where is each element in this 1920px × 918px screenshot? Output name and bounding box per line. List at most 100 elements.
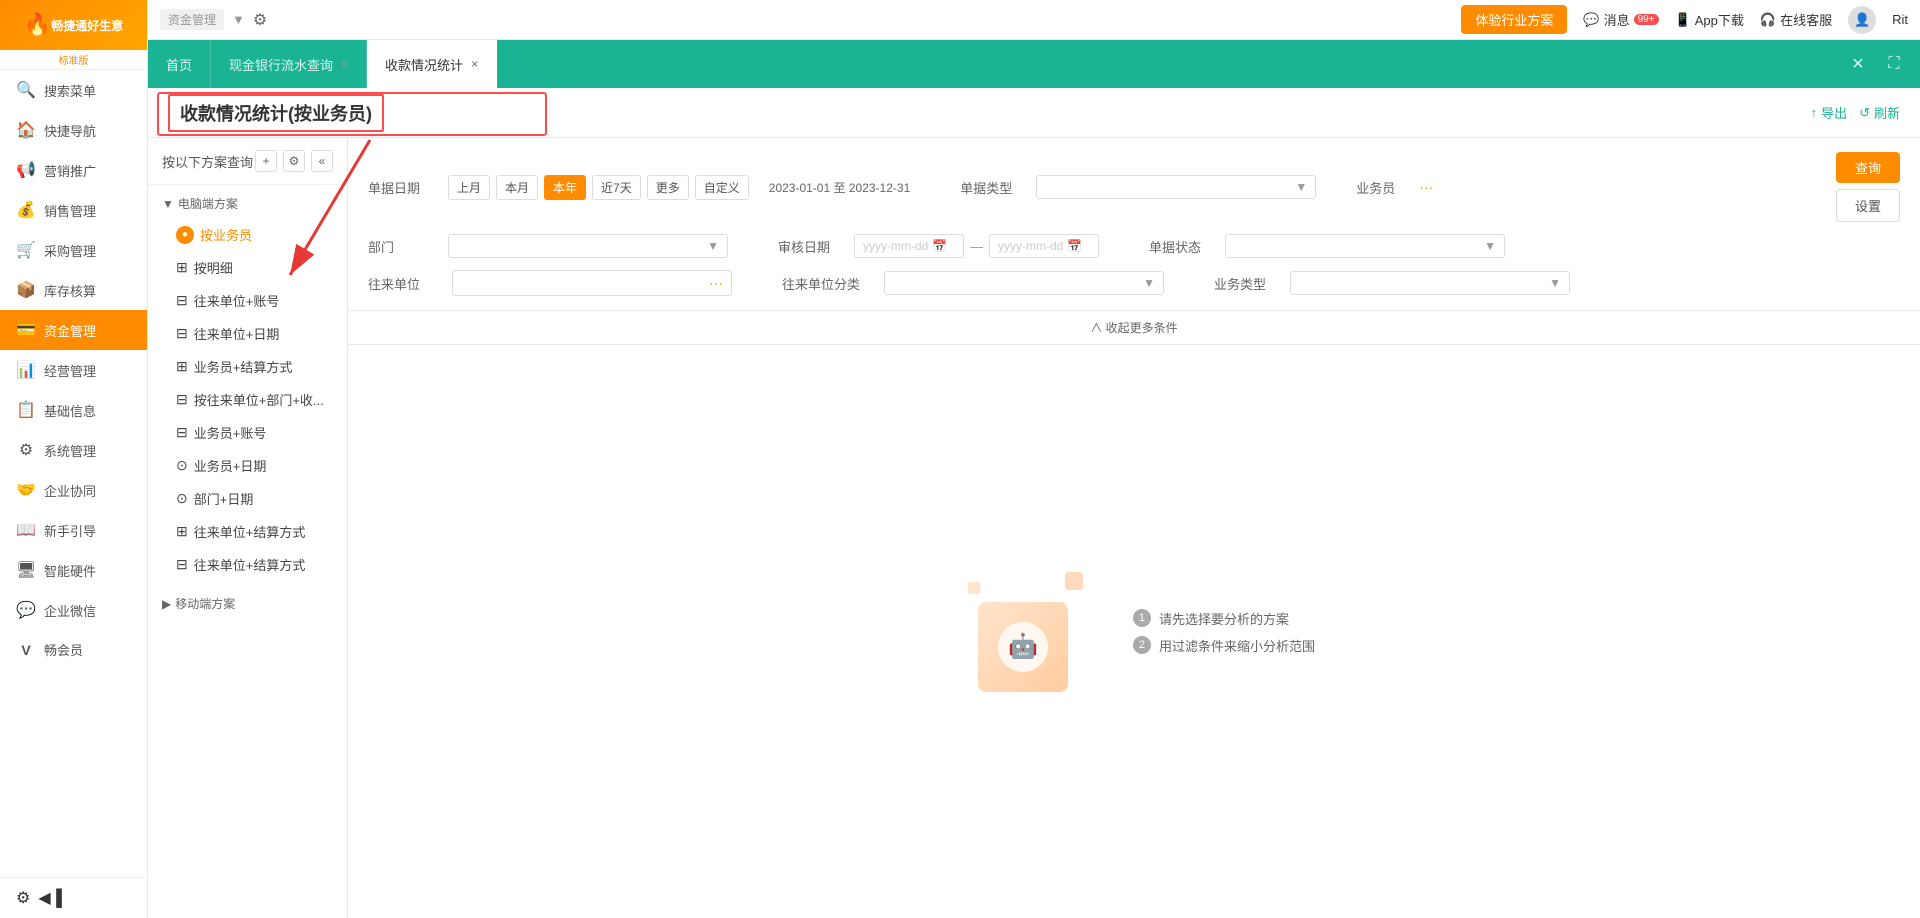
tab-fullscreen-btn[interactable]: ⛶ bbox=[1880, 50, 1908, 78]
salesperson-group: 业务员 bbox=[1356, 178, 1395, 197]
filter-area: 单据日期 上月 本月 本年 近7天 更多 自定义 2023-01-01 至 20… bbox=[348, 138, 1920, 311]
app-download-btn[interactable]: 📱 App下载 bbox=[1675, 10, 1744, 29]
sidebar-item-sales[interactable]: 💰 销售管理 bbox=[0, 190, 147, 230]
collapse-sidebar-btn[interactable]: ◀▐ bbox=[38, 888, 62, 908]
review-date-start[interactable]: yyyy-mm-dd 📅 bbox=[854, 234, 964, 258]
scheme-icon-unit-account: ⊟ bbox=[176, 292, 188, 309]
biz-type-select[interactable]: ▼ bbox=[1290, 271, 1570, 295]
scheme-item-unit-settlement2[interactable]: ⊟ 往来单位+结算方式 bbox=[148, 548, 347, 581]
scheme-item-unit-date[interactable]: ⊟ 往来单位+日期 bbox=[148, 317, 347, 350]
sidebar-item-smart-hw[interactable]: 🖥 智能硬件 bbox=[0, 550, 147, 590]
filter-date-group: 上月 本月 本年 近7天 更多 自定义 bbox=[448, 175, 749, 200]
sidebar-item-system[interactable]: ⚙ 系统管理 bbox=[0, 430, 147, 470]
date-btn-this-year[interactable]: 本年 bbox=[544, 175, 586, 200]
scheme-label-unit-date: 往来单位+日期 bbox=[194, 324, 280, 343]
date-btn-last-month[interactable]: 上月 bbox=[448, 175, 490, 200]
sidebar-bottom: ⚙ ◀▐ bbox=[0, 877, 147, 918]
dept-select[interactable]: ▼ bbox=[448, 234, 728, 258]
scheme-panel-title: 按以下方案查询 bbox=[162, 152, 255, 171]
refresh-button[interactable]: ↺ 刷新 bbox=[1859, 103, 1900, 122]
page-title: 收款情况统计(按业务员) bbox=[168, 94, 384, 132]
date-btn-more[interactable]: 更多 bbox=[647, 175, 689, 200]
sidebar-item-base-info[interactable]: 📋 基础信息 bbox=[0, 390, 147, 430]
query-button[interactable]: 查询 bbox=[1836, 152, 1900, 183]
collapse-bar[interactable]: ∧ 收起更多条件 bbox=[348, 311, 1920, 345]
tab-bank-flow[interactable]: 现金银行流水查询 × bbox=[211, 40, 367, 88]
scheme-item-by-detail[interactable]: ⊞ 按明细 bbox=[148, 251, 347, 284]
quick-nav-icon: 🏠 bbox=[16, 120, 36, 140]
scheme-item-dept-date[interactable]: ⊙ 部门+日期 bbox=[148, 482, 347, 515]
top-bar: 资金管理 ▼ ⚙ 体验行业方案 💬 消息 99+ 📱 App下载 🎧 在线客服 … bbox=[148, 0, 1920, 40]
sidebar-item-quick-nav[interactable]: 🏠 快捷导航 bbox=[0, 110, 147, 150]
scheme-label-by-salesperson: 按业务员 bbox=[200, 225, 252, 244]
scheme-icon-dept-date: ⊙ bbox=[176, 490, 188, 507]
sidebar-item-member[interactable]: V 畅会员 bbox=[0, 630, 147, 669]
date-btn-last-7[interactable]: 近7天 bbox=[592, 175, 641, 200]
breadcrumb: 资金管理 bbox=[160, 9, 224, 30]
sidebar-item-finance[interactable]: 💳 资金管理 bbox=[0, 310, 147, 350]
doc-type-label: 单据类型 bbox=[960, 181, 1012, 196]
scheme-item-by-salesperson[interactable]: ● 按业务员 bbox=[148, 218, 347, 251]
partner-select[interactable]: ··· bbox=[452, 270, 732, 296]
tip-text-2: 用过滤条件来缩小分析范围 bbox=[1159, 636, 1315, 655]
sidebar-item-enterprise[interactable]: 🤝 企业协同 bbox=[0, 470, 147, 510]
settings-icon[interactable]: ⚙ bbox=[16, 888, 30, 908]
mobile-group-arrow: ▶ bbox=[162, 597, 171, 611]
export-button[interactable]: ↑ 导出 bbox=[1811, 103, 1848, 122]
tab-home[interactable]: 首页 bbox=[148, 40, 211, 88]
sidebar-item-purchase[interactable]: 🛒 采购管理 bbox=[0, 230, 147, 270]
tip-num-1: 1 bbox=[1133, 609, 1151, 627]
sidebar-item-wechat[interactable]: 💬 企业微信 bbox=[0, 590, 147, 630]
salesperson-more-btn[interactable]: ··· bbox=[1419, 179, 1433, 195]
review-date-end[interactable]: yyyy-mm-dd 📅 bbox=[989, 234, 1099, 258]
settings-button[interactable]: 设置 bbox=[1836, 189, 1900, 222]
doc-status-select[interactable]: ▼ bbox=[1225, 234, 1505, 258]
tab-close-all-btn[interactable]: ✕ bbox=[1844, 50, 1872, 78]
sidebar-item-inventory[interactable]: 📦 库存核算 bbox=[0, 270, 147, 310]
tab-bar: 首页 现金银行流水查询 × 收款情况统计 × ✕ ⛶ bbox=[148, 40, 1920, 88]
date-btn-custom[interactable]: 自定义 bbox=[695, 175, 749, 200]
tab-collection-stat[interactable]: 收款情况统计 × bbox=[367, 40, 497, 88]
sidebar-item-guide[interactable]: 📖 新手引导 bbox=[0, 510, 147, 550]
add-scheme-btn[interactable]: + bbox=[255, 150, 277, 172]
sidebar-label-purchase: 采购管理 bbox=[44, 241, 96, 260]
desktop-group-header[interactable]: ▼ 电脑端方案 bbox=[148, 189, 347, 218]
collection-stat-tab-close[interactable]: × bbox=[471, 57, 478, 71]
online-service-label: 在线客服 bbox=[1780, 10, 1832, 29]
tab-bar-right: ✕ ⛶ bbox=[1844, 50, 1920, 78]
breadcrumb-dropdown-icon[interactable]: ▼ bbox=[232, 12, 245, 27]
trial-button[interactable]: 体验行业方案 bbox=[1461, 5, 1567, 34]
partner-category-select[interactable]: ▼ bbox=[884, 271, 1164, 295]
scheme-item-unit-account[interactable]: ⊟ 往来单位+账号 bbox=[148, 284, 347, 317]
sidebar-item-marketing[interactable]: 📢 营销推广 bbox=[0, 150, 147, 190]
sidebar-item-operations[interactable]: 📊 经营管理 bbox=[0, 350, 147, 390]
empty-state: 🤖 1 请先选择要分析的方案 2 用过滤条件来缩小分析范围 bbox=[953, 562, 1315, 702]
sidebar-label-system: 系统管理 bbox=[44, 441, 96, 460]
illustration-face: 🤖 bbox=[998, 622, 1048, 672]
partner-more-dots[interactable]: ··· bbox=[709, 275, 723, 291]
review-date-group: 审核日期 bbox=[778, 237, 830, 256]
query-btn-group: 查询 设置 bbox=[1836, 152, 1900, 222]
online-service-btn[interactable]: 🎧 在线客服 bbox=[1760, 10, 1832, 29]
scheme-item-salesperson-date[interactable]: ⊙ 业务员+日期 bbox=[148, 449, 347, 482]
scheme-item-salesperson-account[interactable]: ⊟ 业务员+账号 bbox=[148, 416, 347, 449]
mobile-group-header[interactable]: ▶ 移动端方案 bbox=[148, 589, 347, 618]
review-date-label: 审核日期 bbox=[778, 240, 830, 255]
date-btn-this-month[interactable]: 本月 bbox=[496, 175, 538, 200]
doc-type-select[interactable]: ▼ bbox=[1036, 175, 1316, 199]
scheme-label-dept-date: 部门+日期 bbox=[194, 489, 254, 508]
scheme-item-salesperson-settlement[interactable]: ⊞ 业务员+结算方式 bbox=[148, 350, 347, 383]
messages-btn[interactable]: 💬 消息 99+ bbox=[1583, 10, 1658, 29]
scheme-icon-unit-dept-collect: ⊟ bbox=[176, 391, 188, 408]
content-area: 按以下方案查询 + ⚙ « ▼ 电脑端方案 ● 按业务员 ⊞ bbox=[148, 138, 1920, 918]
scheme-settings-btn[interactable]: ⚙ bbox=[283, 150, 305, 172]
scheme-item-unit-settlement1[interactable]: ⊞ 往来单位+结算方式 bbox=[148, 515, 347, 548]
scheme-icon-salesperson-account: ⊟ bbox=[176, 424, 188, 441]
sidebar-item-search-menu[interactable]: 🔍 搜索菜单 bbox=[0, 70, 147, 110]
user-name: Rit bbox=[1892, 12, 1908, 27]
collapse-panel-btn[interactable]: « bbox=[311, 150, 333, 172]
settings-icon-top[interactable]: ⚙ bbox=[253, 10, 267, 30]
sidebar-label-quick-nav: 快捷导航 bbox=[44, 121, 96, 140]
scheme-item-unit-dept-collect[interactable]: ⊟ 按往来单位+部门+收... bbox=[148, 383, 347, 416]
bank-flow-tab-close[interactable]: × bbox=[341, 57, 348, 71]
